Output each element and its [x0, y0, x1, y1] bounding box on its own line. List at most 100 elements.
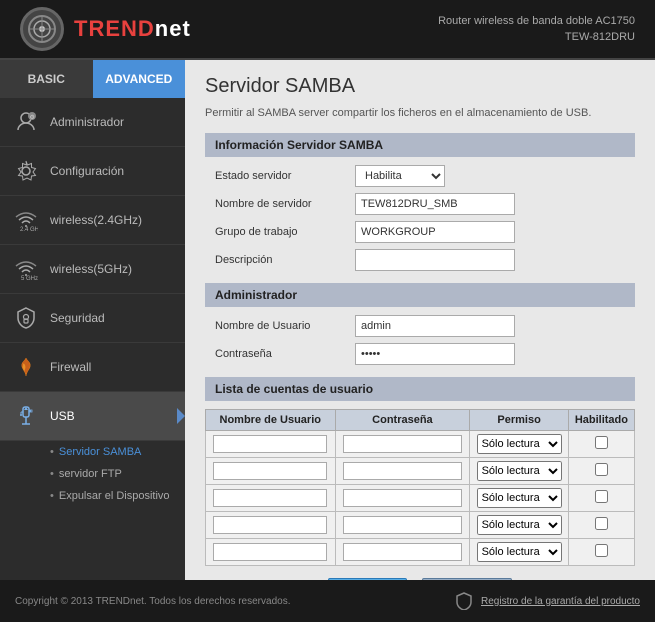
logo: TRENDnet — [20, 7, 191, 51]
user-table: Nombre de Usuario Contraseña Permiso Hab… — [205, 409, 635, 566]
page-desc: Permitir al SAMBA server compartir los f… — [205, 106, 635, 121]
input-username-0[interactable] — [213, 435, 327, 453]
input-password-row-2[interactable] — [343, 489, 463, 507]
input-username-3[interactable] — [213, 516, 327, 534]
input-password[interactable] — [355, 343, 515, 365]
tab-basic[interactable]: BASIC — [0, 60, 93, 98]
header-info: Router wireless de banda doble AC1750 TE… — [438, 13, 635, 46]
sub-label-ftp: servidor FTP — [59, 468, 122, 480]
select-permiso-1[interactable]: Sólo lecturaLectura/Escritura — [477, 461, 562, 481]
row-password: Contraseña — [205, 343, 635, 365]
checkbox-habilitado-0[interactable] — [595, 436, 608, 449]
shield-icon — [455, 592, 473, 610]
input-username-2[interactable] — [213, 489, 327, 507]
usb-arrow-icon — [177, 408, 185, 424]
apply-button[interactable]: Aplicar — [328, 578, 407, 580]
input-username-1[interactable] — [213, 462, 327, 480]
cell-username-0 — [206, 431, 336, 458]
table-row: Sólo lecturaLectura/Escritura — [206, 458, 635, 485]
sidebar-item-firewall[interactable]: Firewall — [0, 343, 185, 392]
logo-text: TRENDnet — [74, 16, 191, 42]
checkbox-habilitado-4[interactable] — [595, 544, 608, 557]
select-permiso-2[interactable]: Sólo lecturaLectura/Escritura — [477, 488, 562, 508]
table-row: Sólo lecturaLectura/Escritura — [206, 485, 635, 512]
input-usuario-admin[interactable] — [355, 315, 515, 337]
select-permiso-4[interactable]: Sólo lecturaLectura/Escritura — [477, 542, 562, 562]
input-grupo[interactable] — [355, 221, 515, 243]
button-row: Aplicar Cancelar — [205, 578, 635, 580]
row-desc: Descripción — [205, 249, 635, 271]
label-usuario-admin: Nombre de Usuario — [215, 320, 355, 332]
section-info-header: Información Servidor SAMBA — [205, 133, 635, 157]
row-nombre-servidor: Nombre de servidor — [205, 193, 635, 215]
col-header-permiso: Permiso — [470, 410, 568, 431]
sidebar-label-wireless24: wireless(2.4GHz) — [50, 213, 142, 227]
cancel-button[interactable]: Cancelar — [422, 578, 512, 580]
label-nombre-servidor: Nombre de servidor — [215, 198, 355, 210]
input-nombre-servidor[interactable] — [355, 193, 515, 215]
svg-text:5 GHz: 5 GHz — [21, 276, 38, 281]
cell-password-4 — [335, 539, 470, 566]
col-header-password: Contraseña — [335, 410, 470, 431]
copyright: Copyright © 2013 TRENDnet. Todos los der… — [15, 596, 290, 607]
warranty-link[interactable]: Registro de la garantía del producto — [481, 596, 640, 607]
section-admin: Administrador Nombre de Usuario Contrase… — [205, 283, 635, 365]
sidebar-label-usb: USB — [50, 409, 75, 423]
sidebar-item-wireless24[interactable]: 2.4 GHz wireless(2.4GHz) — [0, 196, 185, 245]
sub-item-eject[interactable]: Expulsar el Dispositivo — [20, 485, 185, 507]
sidebar-item-usb-section: USB Servidor SAMBA servidor FTP Expulsar… — [0, 392, 185, 507]
sidebar-item-admin[interactable]: ⚙ Administrador — [0, 98, 185, 147]
label-estado: Estado servidor — [215, 170, 355, 182]
cell-password-3 — [335, 512, 470, 539]
sub-item-ftp[interactable]: servidor FTP — [20, 463, 185, 485]
cell-password-1 — [335, 458, 470, 485]
admin-icon: ⚙ — [12, 108, 40, 136]
cell-username-1 — [206, 458, 336, 485]
select-permiso-0[interactable]: Sólo lecturaLectura/Escritura — [477, 434, 562, 454]
cell-habilitado-0 — [568, 431, 634, 458]
row-usuario-admin: Nombre de Usuario — [205, 315, 635, 337]
select-permiso-3[interactable]: Sólo lecturaLectura/Escritura — [477, 515, 562, 535]
input-password-row-1[interactable] — [343, 462, 463, 480]
tab-advanced[interactable]: ADVANCED — [93, 60, 186, 98]
cell-permiso-0: Sólo lecturaLectura/Escritura — [470, 431, 568, 458]
checkbox-habilitado-2[interactable] — [595, 490, 608, 503]
sidebar-item-usb[interactable]: USB — [0, 392, 185, 441]
sidebar-label-wireless5: wireless(5GHz) — [50, 262, 132, 276]
sub-label-eject: Expulsar el Dispositivo — [59, 490, 170, 502]
main: BASIC ADVANCED ⚙ Administrador — [0, 60, 655, 580]
config-icon — [12, 157, 40, 185]
cell-habilitado-2 — [568, 485, 634, 512]
cell-habilitado-4 — [568, 539, 634, 566]
input-password-row-3[interactable] — [343, 516, 463, 534]
sub-item-samba[interactable]: Servidor SAMBA — [20, 441, 185, 463]
select-estado[interactable]: Habilita Deshabilita — [355, 165, 445, 187]
sub-label-samba: Servidor SAMBA — [59, 446, 142, 458]
col-header-habilitado: Habilitado — [568, 410, 634, 431]
svg-text:⚙: ⚙ — [30, 114, 35, 121]
usb-submenu: Servidor SAMBA servidor FTP Expulsar el … — [0, 441, 185, 507]
input-desc[interactable] — [355, 249, 515, 271]
sidebar-label-admin: Administrador — [50, 115, 124, 129]
checkbox-habilitado-3[interactable] — [595, 517, 608, 530]
input-password-row-0[interactable] — [343, 435, 463, 453]
section-users: Lista de cuentas de usuario Nombre de Us… — [205, 377, 635, 566]
usb-icon — [12, 402, 40, 430]
sidebar-item-config[interactable]: Configuración — [0, 147, 185, 196]
wireless24-icon: 2.4 GHz — [12, 206, 40, 234]
logo-circle — [20, 7, 64, 51]
wireless5-icon: 5 GHz — [12, 255, 40, 283]
sidebar-label-security: Seguridad — [50, 311, 105, 325]
section-info: Información Servidor SAMBA Estado servid… — [205, 133, 635, 271]
cell-username-2 — [206, 485, 336, 512]
checkbox-habilitado-1[interactable] — [595, 463, 608, 476]
header: TRENDnet Router wireless de banda doble … — [0, 0, 655, 60]
sidebar-label-config: Configuración — [50, 164, 124, 178]
input-username-4[interactable] — [213, 543, 327, 561]
col-header-usuario: Nombre de Usuario — [206, 410, 336, 431]
section-users-header: Lista de cuentas de usuario — [205, 377, 635, 401]
input-password-row-4[interactable] — [343, 543, 463, 561]
cell-permiso-1: Sólo lecturaLectura/Escritura — [470, 458, 568, 485]
sidebar-item-wireless5[interactable]: 5 GHz wireless(5GHz) — [0, 245, 185, 294]
sidebar-item-security[interactable]: Seguridad — [0, 294, 185, 343]
